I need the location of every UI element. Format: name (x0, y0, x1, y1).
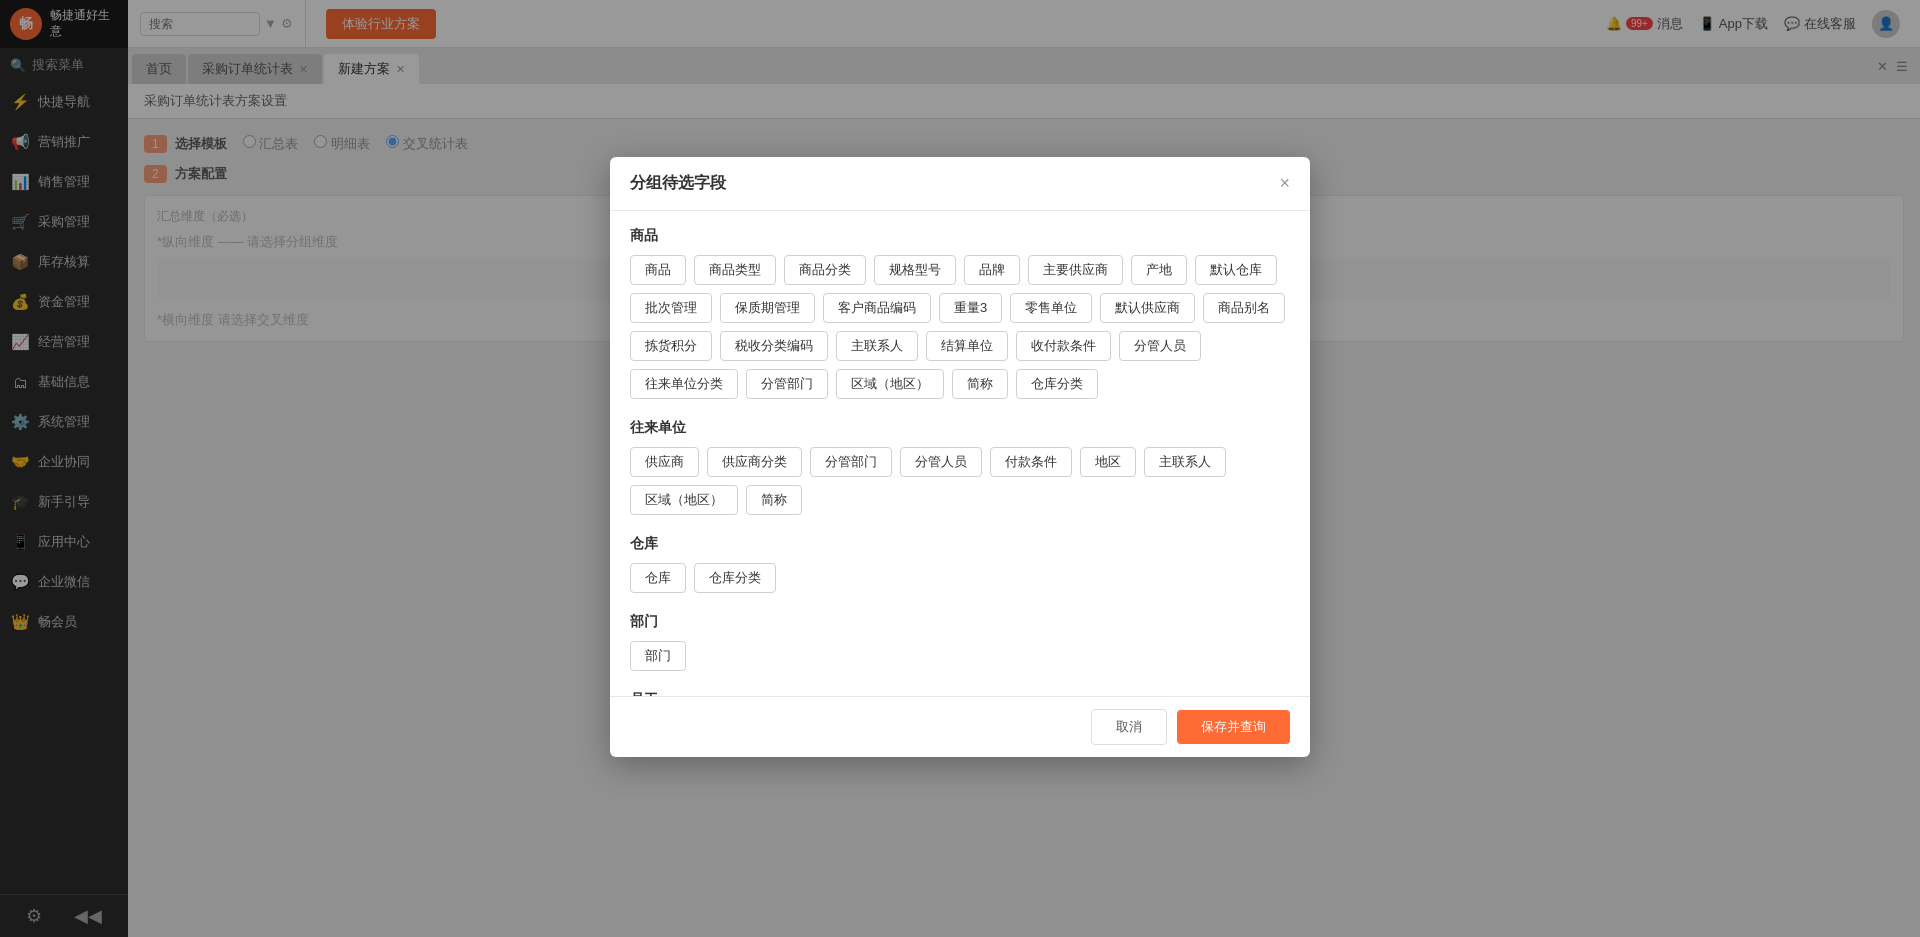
tag-btn-product-4[interactable]: 品牌 (964, 255, 1020, 285)
tag-btn-product-7[interactable]: 默认仓库 (1195, 255, 1277, 285)
tag-btn-product-1[interactable]: 商品类型 (694, 255, 776, 285)
tag-group-product: 商品商品类型商品分类规格型号品牌主要供应商产地默认仓库批次管理保质期管理客户商品… (630, 255, 1290, 399)
field-select-modal: 分组待选字段 × 商品商品商品类型商品分类规格型号品牌主要供应商产地默认仓库批次… (610, 157, 1310, 757)
tag-btn-partner-0[interactable]: 供应商 (630, 447, 699, 477)
tag-btn-product-0[interactable]: 商品 (630, 255, 686, 285)
section-partner: 往来单位供应商供应商分类分管部门分管人员付款条件地区主联系人区域（地区） 简称 (630, 419, 1290, 515)
tag-btn-product-23[interactable]: 区域（地区） (836, 369, 944, 399)
tag-btn-product-25[interactable]: 仓库分类 (1016, 369, 1098, 399)
tag-btn-partner-7[interactable]: 区域（地区） (630, 485, 738, 515)
tag-btn-product-17[interactable]: 主联系人 (836, 331, 918, 361)
modal-header: 分组待选字段 × (610, 157, 1310, 211)
tag-btn-product-21[interactable]: 往来单位分类 (630, 369, 738, 399)
tag-btn-product-6[interactable]: 产地 (1131, 255, 1187, 285)
tag-group-partner: 供应商供应商分类分管部门分管人员付款条件地区主联系人区域（地区） 简称 (630, 447, 1290, 515)
tag-btn-product-18[interactable]: 结算单位 (926, 331, 1008, 361)
tag-btn-product-11[interactable]: 重量3 (939, 293, 1002, 323)
tag-btn-partner-6[interactable]: 主联系人 (1144, 447, 1226, 477)
modal-close-button[interactable]: × (1279, 174, 1290, 192)
tag-btn-warehouse-0[interactable]: 仓库 (630, 563, 686, 593)
section-title-partner: 往来单位 (630, 419, 1290, 437)
tag-btn-warehouse-1[interactable]: 仓库分类 (694, 563, 776, 593)
tag-btn-partner-1[interactable]: 供应商分类 (707, 447, 802, 477)
section-product: 商品商品商品类型商品分类规格型号品牌主要供应商产地默认仓库批次管理保质期管理客户… (630, 227, 1290, 399)
tag-btn-product-12[interactable]: 零售单位 (1010, 293, 1092, 323)
section-title-warehouse: 仓库 (630, 535, 1290, 553)
tag-btn-product-22[interactable]: 分管部门 (746, 369, 828, 399)
tag-btn-product-3[interactable]: 规格型号 (874, 255, 956, 285)
tag-btn-product-19[interactable]: 收付款条件 (1016, 331, 1111, 361)
section-title-department: 部门 (630, 613, 1290, 631)
section-department: 部门部门 (630, 613, 1290, 671)
tag-btn-partner-8[interactable]: 简称 (746, 485, 802, 515)
confirm-button[interactable]: 保存并查询 (1177, 710, 1290, 744)
tag-group-warehouse: 仓库仓库分类 (630, 563, 1290, 593)
modal-title: 分组待选字段 (630, 173, 726, 194)
tag-btn-product-24[interactable]: 简称 (952, 369, 1008, 399)
tag-btn-partner-4[interactable]: 付款条件 (990, 447, 1072, 477)
tag-btn-product-14[interactable]: 商品别名 (1203, 293, 1285, 323)
tag-group-department: 部门 (630, 641, 1290, 671)
tag-btn-partner-3[interactable]: 分管人员 (900, 447, 982, 477)
tag-btn-product-5[interactable]: 主要供应商 (1028, 255, 1123, 285)
tag-btn-product-13[interactable]: 默认供应商 (1100, 293, 1195, 323)
tag-btn-partner-5[interactable]: 地区 (1080, 447, 1136, 477)
tag-btn-product-20[interactable]: 分管人员 (1119, 331, 1201, 361)
tag-btn-product-10[interactable]: 客户商品编码 (823, 293, 931, 323)
modal-body: 商品商品商品类型商品分类规格型号品牌主要供应商产地默认仓库批次管理保质期管理客户… (610, 211, 1310, 696)
cancel-button[interactable]: 取消 (1091, 709, 1167, 745)
tag-btn-product-2[interactable]: 商品分类 (784, 255, 866, 285)
section-warehouse: 仓库仓库仓库分类 (630, 535, 1290, 593)
section-title-product: 商品 (630, 227, 1290, 245)
modal-footer: 取消 保存并查询 (610, 696, 1310, 757)
tag-btn-product-16[interactable]: 税收分类编码 (720, 331, 828, 361)
tag-btn-product-8[interactable]: 批次管理 (630, 293, 712, 323)
tag-btn-product-15[interactable]: 拣货积分 (630, 331, 712, 361)
tag-btn-department-0[interactable]: 部门 (630, 641, 686, 671)
tag-btn-product-9[interactable]: 保质期管理 (720, 293, 815, 323)
tag-btn-partner-2[interactable]: 分管部门 (810, 447, 892, 477)
